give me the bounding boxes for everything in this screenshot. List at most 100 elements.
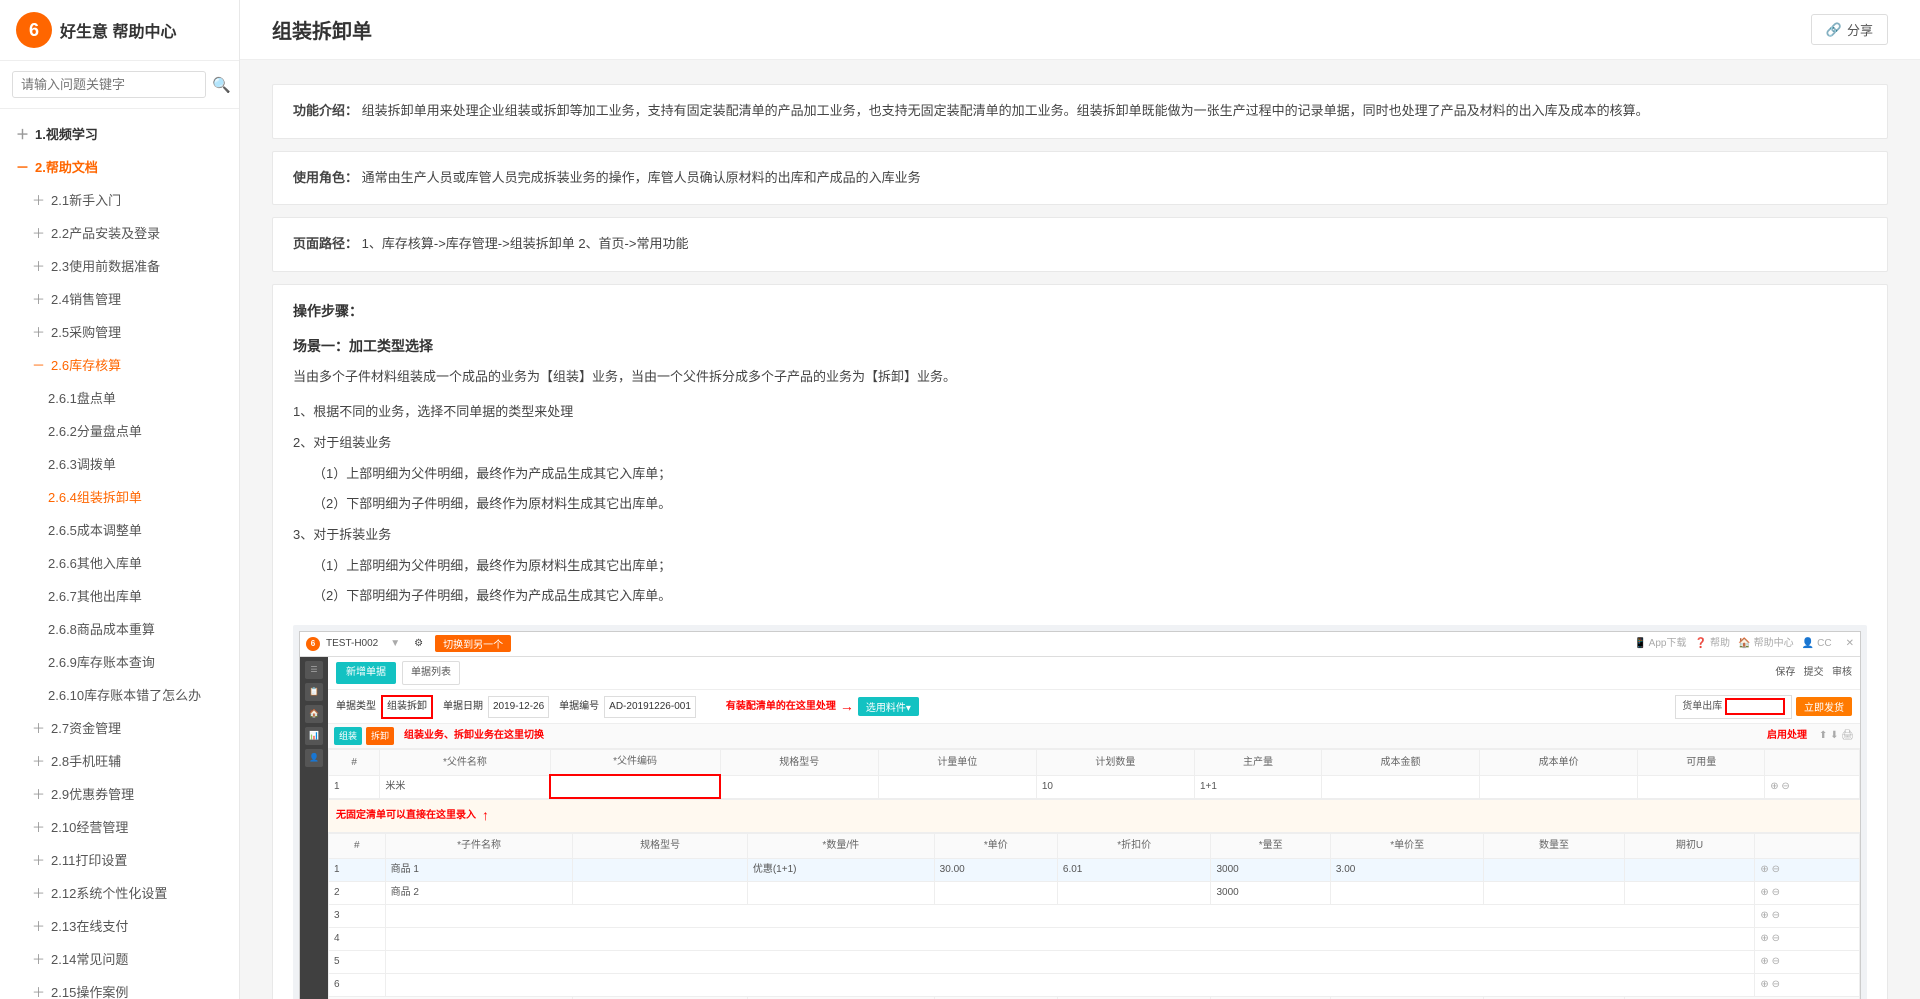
save-btn[interactable]: 立即发货 (1796, 697, 1852, 716)
main-content: 功能介绍： 组装拆卸单用来处理企业组装或拆卸等加工业务，支持有固定装配清单的产品… (240, 60, 1920, 999)
sidebar: 6 好生意 帮助中心 🔍 ＋ 1.视频学习 － 2.帮助文档 ＋ 2.1新手入门… (0, 0, 240, 999)
warehouse-field: 货单出库 (1675, 695, 1792, 719)
path-block: 页面路径： 1、库存核算->库存管理->组装拆卸单 2、首页->常用功能 (272, 217, 1888, 272)
plus-icon: ＋ (32, 289, 45, 308)
steps-main-label: 操作步骤： (293, 299, 1867, 324)
annotation-no-bom: 无固定清单可以直接在这里录入 (336, 807, 476, 825)
child-row-6: 6 ⊕ ⊖ (329, 973, 1860, 996)
parent-col-spec: 规格型号 (720, 750, 878, 776)
child-table-wrapper: # *子件名称 规格型号 *数量/件 *单价 *折扣价 *量至 *单价至 (328, 833, 1860, 999)
shop-name: TEST-H002 (326, 635, 378, 653)
app-form-toolbar: 新增单据 单据列表 保存 提交 审核 (328, 657, 1860, 690)
search-input[interactable] (12, 71, 206, 98)
parent-col-avail: 可用量 (1638, 750, 1765, 776)
action-icons: ⬆ ⬇ 🖨 (1819, 727, 1854, 745)
plus-icon: ＋ (32, 949, 45, 968)
sidebar-item-help-docs[interactable]: － 2.帮助文档 (0, 150, 239, 183)
sidebar-item-cost-recalc[interactable]: 2.6.8商品成本重算 (0, 612, 239, 645)
plus-icon: ＋ (32, 190, 45, 209)
parent-col-action (1765, 750, 1860, 776)
sidebar-item-transfer[interactable]: 2.6.3调拨单 (0, 447, 239, 480)
step-2: 2、对于组装业务 (293, 431, 1867, 456)
sidebar-item-cases[interactable]: ＋ 2.15操作案例 (0, 975, 239, 999)
app-main-panel: 新增单据 单据列表 保存 提交 审核 单据类型 组装拆卸 (328, 657, 1860, 999)
child-row-5: 5 ⊕ ⊖ (329, 950, 1860, 973)
plus-icon: ＋ (32, 883, 45, 902)
sidebar-item-coupon[interactable]: ＋ 2.9优惠券管理 (0, 777, 239, 810)
child-col-action (1755, 833, 1860, 858)
intro-block: 功能介绍： 组装拆卸单用来处理企业组装或拆卸等加工业务，支持有固定装配清单的产品… (272, 84, 1888, 139)
sidebar-item-mgmt[interactable]: ＋ 2.10经营管理 (0, 810, 239, 843)
parent-col-price: 成本单价 (1480, 750, 1638, 776)
child-col-qty2: 数量至 (1484, 833, 1624, 858)
child-col-total: *量至 (1211, 833, 1330, 858)
sidebar-item-other-in[interactable]: 2.6.6其他入库单 (0, 546, 239, 579)
child-row-1: 1 商品 1 优惠(1+1) 30.00 6.01 3000 3.00 (329, 858, 1860, 881)
child-col-qty: *数量/件 (747, 833, 934, 858)
sidebar-item-install[interactable]: ＋ 2.2产品安装及登录 (0, 216, 239, 249)
no-value[interactable]: AD-20191226-001 (604, 696, 696, 718)
sidebar-item-ledger-query[interactable]: 2.6.9库存账本查询 (0, 645, 239, 678)
sidebar-item-purchase[interactable]: ＋ 2.5采购管理 (0, 315, 239, 348)
sidebar-item-ledger-fix[interactable]: 2.6.10库存账本错了怎么办 (0, 678, 239, 711)
app-form-fields: 单据类型 组装拆卸 单据日期 2019-12-26 单据编号 AD-201912… (328, 690, 1860, 724)
sidebar-header: 6 好生意 帮助中心 (0, 0, 239, 61)
main-header: 组装拆卸单 🔗 分享 (240, 0, 1920, 60)
sidebar-item-sub-stocktake[interactable]: 2.6.2分量盘点单 (0, 414, 239, 447)
step-2-1: （1）上部明细为父件明细，最终作为产成品生成其它入库单； (313, 462, 1867, 487)
intro-text: 组装拆卸单用来处理企业组装或拆卸等加工业务，支持有固定装配清单的产品加工业务，也… (362, 103, 1649, 118)
sidebar-item-customize[interactable]: ＋ 2.12系统个性化设置 (0, 876, 239, 909)
sidebar-item-faq[interactable]: ＋ 2.14常见问题 (0, 942, 239, 975)
date-value[interactable]: 2019-12-26 (488, 696, 549, 718)
sidebar-item-stocktake[interactable]: 2.6.1盘点单 (0, 381, 239, 414)
subtable-annotation-row: 无固定清单可以直接在这里录入 ↑ (328, 799, 1860, 832)
share-button[interactable]: 🔗 分享 (1811, 14, 1888, 45)
plus-icon: ＋ (16, 124, 29, 143)
annotation-enable: 启用处理 (1767, 727, 1807, 745)
app-titlebar: 6 TEST-H002 ▼ ⚙ 切换到另一个 📱 App下载 ❓ 帮助 🏠 帮助… (300, 632, 1860, 657)
child-table: # *子件名称 规格型号 *数量/件 *单价 *折扣价 *量至 *单价至 (328, 833, 1860, 999)
sidebar-item-data-prep[interactable]: ＋ 2.3使用前数据准备 (0, 249, 239, 282)
sidebar-item-payment[interactable]: ＋ 2.13在线支付 (0, 909, 239, 942)
parent-col-code: *父件编码 (550, 750, 720, 776)
new-tab[interactable]: 新增单据 (336, 662, 396, 684)
warehouse-input[interactable] (1725, 698, 1785, 715)
app-window: 6 TEST-H002 ▼ ⚙ 切换到另一个 📱 App下载 ❓ 帮助 🏠 帮助… (299, 631, 1861, 999)
assembly-badge: 组装 (334, 727, 362, 745)
child-col-price: *单价 (934, 833, 1057, 858)
parent-col-no: # (329, 750, 380, 776)
child-col-disc: *折扣价 (1057, 833, 1211, 858)
page-title: 组装拆卸单 (272, 15, 372, 44)
sidebar-item-cost-adj[interactable]: 2.6.5成本调整单 (0, 513, 239, 546)
row-action-icon[interactable]: ⊕ ⊖ (1770, 781, 1790, 792)
list-tab[interactable]: 单据列表 (402, 661, 460, 685)
child-row-2: 2 商品 2 3000 (329, 881, 1860, 904)
plus-icon: ＋ (32, 982, 45, 999)
path-text: 1、库存核算->库存管理->组装拆卸单 2、首页->常用功能 (362, 236, 689, 251)
step-3: 3、对于拆装业务 (293, 523, 1867, 548)
plus-icon: ＋ (32, 322, 45, 341)
parent-col-qty: 计划数量 (1036, 750, 1194, 776)
annotation-bom: 有装配清单的在这里处理 (726, 698, 836, 716)
sidebar-item-mobile[interactable]: ＋ 2.8手机旺辅 (0, 744, 239, 777)
role-label: 使用角色： (293, 170, 358, 185)
sidebar-item-assembly[interactable]: 2.6.4组装拆卸单 (0, 480, 239, 513)
brand-name: 好生意 帮助中心 (60, 18, 176, 42)
sidebar-item-finance[interactable]: ＋ 2.7资金管理 (0, 711, 239, 744)
sidebar-item-sales[interactable]: ＋ 2.4销售管理 (0, 282, 239, 315)
type-value[interactable]: 组装拆卸 (381, 695, 433, 719)
close-icon[interactable]: ✕ (1846, 635, 1854, 653)
no-field: 单据编号 AD-20191226-001 (559, 696, 696, 718)
child-col-name: *子件名称 (385, 833, 573, 858)
plus-icon: ＋ (32, 223, 45, 242)
parent-code-cell[interactable] (550, 775, 720, 798)
sidebar-item-print[interactable]: ＋ 2.11打印设置 (0, 843, 239, 876)
sidebar-item-video[interactable]: ＋ 1.视频学习 (0, 117, 239, 150)
sidebar-item-inventory[interactable]: － 2.6库存核算 (0, 348, 239, 381)
select-parts-btn[interactable]: 选用料件▾ (858, 697, 919, 716)
sidebar-item-newbie[interactable]: ＋ 2.1新手入门 (0, 183, 239, 216)
search-icon[interactable]: 🔍 (212, 76, 231, 94)
sidebar-item-other-out[interactable]: 2.6.7其他出库单 (0, 579, 239, 612)
switch-btn[interactable]: 切换到另一个 (435, 635, 511, 652)
role-text: 通常由生产人员或库管人员完成拆装业务的操作，库管人员确认原材料的出库和产成品的入… (362, 170, 921, 185)
